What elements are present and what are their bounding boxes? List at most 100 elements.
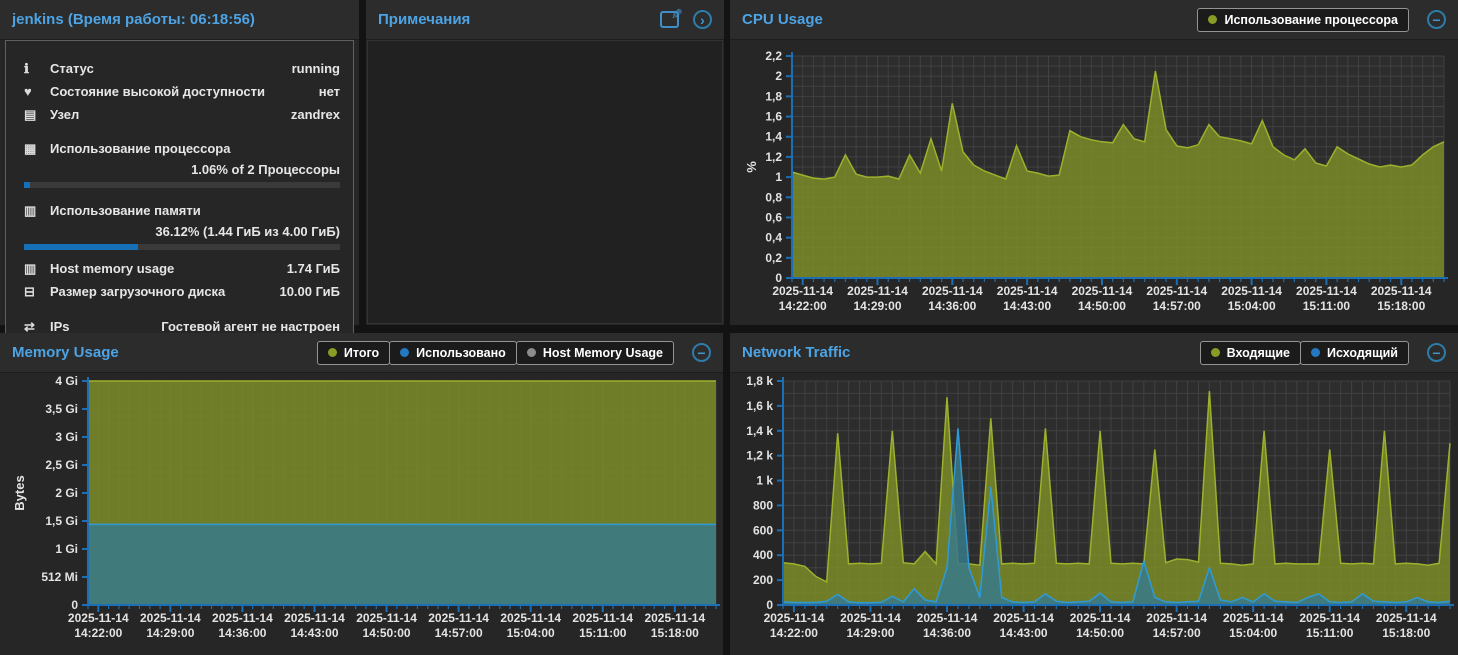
legend-item[interactable]: Итого xyxy=(316,340,391,365)
status-row: ℹ Статус running xyxy=(24,57,340,80)
svg-text:14:43:00: 14:43:00 xyxy=(1000,626,1048,640)
svg-text:0: 0 xyxy=(775,271,782,285)
svg-text:1,5 Gi: 1,5 Gi xyxy=(45,514,78,528)
svg-text:1 Gi: 1 Gi xyxy=(55,542,78,556)
svg-text:%: % xyxy=(744,161,759,173)
svg-text:15:04:00: 15:04:00 xyxy=(507,626,555,640)
memory-usage-panel: Memory Usage Итого Использовано Host Memor… xyxy=(0,333,723,655)
svg-text:2025-11-14: 2025-11-14 xyxy=(68,611,129,625)
legend-label: Использование процессора xyxy=(1224,12,1398,27)
status-value: zandrex xyxy=(290,107,340,122)
status-value: 1.06% of 2 Процессоры xyxy=(191,162,340,177)
info-icon: ℹ xyxy=(24,60,29,76)
svg-text:2025-11-14: 2025-11-14 xyxy=(1070,611,1131,625)
svg-text:2025-11-14: 2025-11-14 xyxy=(1299,611,1360,625)
svg-text:14:50:00: 14:50:00 xyxy=(1078,299,1126,313)
legend-item[interactable]: Host Memory Usage xyxy=(515,340,674,365)
svg-text:0,8: 0,8 xyxy=(765,190,782,204)
svg-text:1,6: 1,6 xyxy=(765,110,782,124)
svg-text:15:11:00: 15:11:00 xyxy=(1306,626,1354,640)
svg-text:15:11:00: 15:11:00 xyxy=(1303,299,1351,313)
svg-text:2025-11-14: 2025-11-14 xyxy=(764,611,825,625)
svg-text:2,5 Gi: 2,5 Gi xyxy=(45,458,78,472)
svg-text:14:22:00: 14:22:00 xyxy=(74,626,122,640)
svg-text:14:57:00: 14:57:00 xyxy=(1153,626,1201,640)
svg-text:2025-11-14: 2025-11-14 xyxy=(772,284,833,298)
status-value: нет xyxy=(318,84,340,99)
status-value: 10.00 ГиБ xyxy=(279,284,340,299)
edit-notes-icon[interactable] xyxy=(660,11,679,28)
status-row: ▥ Host memory usage 1.74 ГиБ xyxy=(24,257,340,280)
svg-text:15:11:00: 15:11:00 xyxy=(579,626,627,640)
svg-text:14:57:00: 14:57:00 xyxy=(1153,299,1201,313)
svg-text:2: 2 xyxy=(775,69,782,83)
collapse-cpu-icon[interactable]: − xyxy=(1427,10,1446,29)
collapse-memory-icon[interactable]: − xyxy=(692,343,711,362)
status-label: Состояние высокой доступности xyxy=(50,84,266,99)
svg-text:2025-11-14: 2025-11-14 xyxy=(997,284,1058,298)
svg-text:14:29:00: 14:29:00 xyxy=(146,626,194,640)
memory-chart-body: 0 512 Mi 1 Gi 1,5 Gi 2 Gi 2,5 Gi 3 Gi 3,5 Gi 4 G… xyxy=(0,373,723,655)
progress-bar xyxy=(24,182,340,188)
svg-text:14:50:00: 14:50:00 xyxy=(363,626,411,640)
legend-item[interactable]: Входящие xyxy=(1199,340,1301,365)
status-label: Host memory usage xyxy=(50,261,175,276)
svg-text:1,4: 1,4 xyxy=(765,130,782,144)
svg-text:0: 0 xyxy=(71,598,78,612)
status-box: ℹ Статус running ♥ Состояние высокой доступн… xyxy=(5,40,354,339)
notes-content[interactable] xyxy=(367,40,723,324)
legend-label: Host Memory Usage xyxy=(542,345,663,360)
svg-text:1,2: 1,2 xyxy=(765,150,782,164)
memory-chart: 0 512 Mi 1 Gi 1,5 Gi 2 Gi 2,5 Gi 3 Gi 3,5 Gi 4 G… xyxy=(12,374,720,640)
legend-label: Итого xyxy=(343,345,380,360)
legend-dot-icon xyxy=(526,348,536,357)
legend-item[interactable]: Использование процессора xyxy=(1197,7,1409,32)
svg-text:15:18:00: 15:18:00 xyxy=(1377,299,1425,313)
svg-text:14:29:00: 14:29:00 xyxy=(846,626,894,640)
cpu-panel-title: CPU Usage xyxy=(742,11,823,28)
legend-label: Входящие xyxy=(1226,345,1290,360)
status-label: Использование процессора xyxy=(50,141,231,156)
svg-text:1,8: 1,8 xyxy=(765,89,782,103)
status-row: ▥ Использование памяти xyxy=(24,199,340,222)
collapse-network-icon[interactable]: − xyxy=(1427,343,1446,362)
memory-panel-title: Memory Usage xyxy=(12,344,119,361)
legend-item[interactable]: Использовано xyxy=(389,340,517,365)
svg-text:1,4 k: 1,4 k xyxy=(746,424,773,438)
svg-text:Bytes: Bytes xyxy=(12,475,27,510)
disk-icon: ⊟ xyxy=(24,283,35,299)
legend-item[interactable]: Исходящий xyxy=(1299,340,1409,365)
svg-text:1,8 k: 1,8 k xyxy=(746,374,773,388)
status-row: ▦ Использование процессора xyxy=(24,137,340,160)
legend-dot-icon xyxy=(400,348,410,357)
svg-text:2025-11-14: 2025-11-14 xyxy=(1146,284,1207,298)
legend-dot-icon xyxy=(1210,348,1220,357)
svg-text:14:36:00: 14:36:00 xyxy=(923,626,971,640)
svg-text:400: 400 xyxy=(753,548,773,562)
memory-icon: ▥ xyxy=(24,260,37,276)
svg-text:0,2: 0,2 xyxy=(765,251,782,265)
svg-text:2025-11-14: 2025-11-14 xyxy=(644,611,705,625)
svg-text:2025-11-14: 2025-11-14 xyxy=(356,611,417,625)
network-traffic-panel: Network Traffic Входящие Исходящий − 0 200… xyxy=(730,333,1458,655)
svg-text:14:22:00: 14:22:00 xyxy=(770,626,818,640)
svg-text:2025-11-14: 2025-11-14 xyxy=(1296,284,1357,298)
svg-text:2025-11-14: 2025-11-14 xyxy=(993,611,1054,625)
status-panel-header: jenkins (Время работы: 06:18:56) xyxy=(0,0,359,40)
svg-text:0,6: 0,6 xyxy=(765,210,782,224)
svg-text:14:57:00: 14:57:00 xyxy=(435,626,483,640)
status-label: Статус xyxy=(50,61,94,76)
svg-text:2025-11-14: 2025-11-14 xyxy=(1376,611,1437,625)
node-icon: ▤ xyxy=(24,106,37,122)
svg-text:1: 1 xyxy=(775,170,782,184)
svg-text:2025-11-14: 2025-11-14 xyxy=(1223,611,1284,625)
svg-text:14:36:00: 14:36:00 xyxy=(218,626,266,640)
expand-notes-icon[interactable]: › xyxy=(693,10,712,29)
status-label: IPs xyxy=(50,319,70,334)
svg-text:2025-11-14: 2025-11-14 xyxy=(212,611,273,625)
svg-text:2025-11-14: 2025-11-14 xyxy=(500,611,561,625)
progress-fill xyxy=(24,182,30,188)
network-chart: 0 200 400 600 800 1 k 1,2 k 1,4 k 1,6 k 1,8 k 2025… xyxy=(746,374,1454,640)
svg-text:14:43:00: 14:43:00 xyxy=(290,626,338,640)
svg-text:600: 600 xyxy=(753,523,773,537)
